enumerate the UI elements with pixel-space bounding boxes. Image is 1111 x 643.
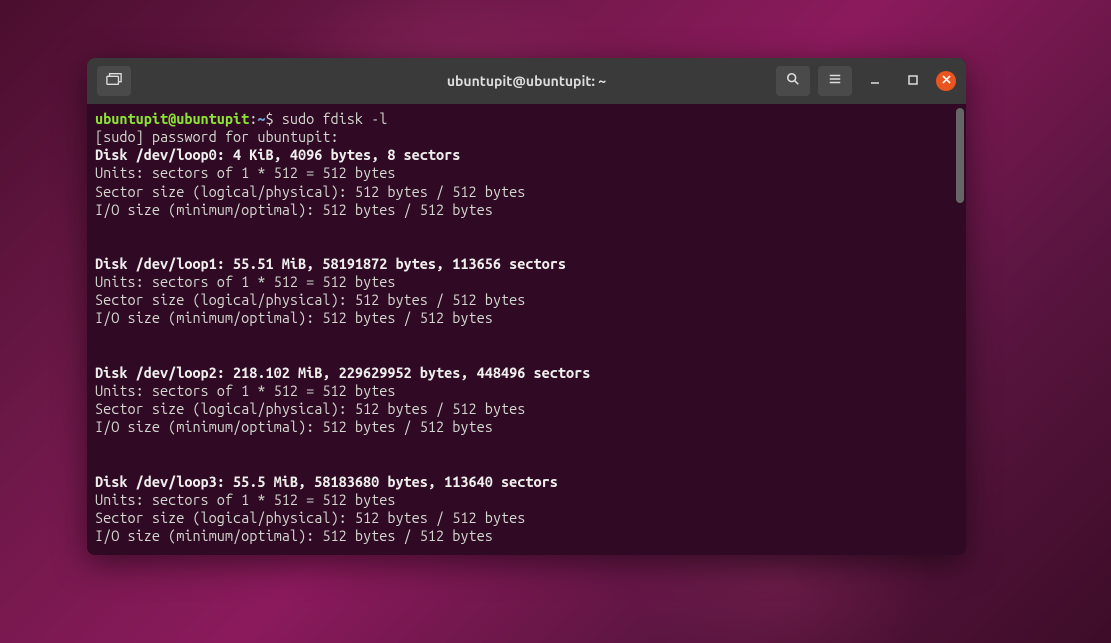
disk-iosize-3: I/O size (minimum/optimal): 512 bytes / … — [95, 527, 493, 544]
disk-header-0: Disk /dev/loop0: 4 KiB, 4096 bytes, 8 se… — [95, 146, 460, 163]
prompt-dollar: $ — [266, 110, 274, 127]
command-text: sudo fdisk -l — [282, 110, 388, 127]
search-icon — [786, 72, 800, 90]
disk-iosize-1: I/O size (minimum/optimal): 512 bytes / … — [95, 309, 493, 326]
disk-iosize-2: I/O size (minimum/optimal): 512 bytes / … — [95, 418, 493, 435]
menu-button[interactable] — [818, 66, 852, 96]
disk-iosize-0: I/O size (minimum/optimal): 512 bytes / … — [95, 201, 493, 218]
sudo-password-line: [sudo] password for ubuntupit: — [95, 128, 339, 145]
disk-sector-1: Sector size (logical/physical): 512 byte… — [95, 291, 525, 308]
disk-sector-3: Sector size (logical/physical): 512 byte… — [95, 509, 525, 526]
disk-header-1: Disk /dev/loop1: 55.51 MiB, 58191872 byt… — [95, 255, 566, 272]
disk-units-2: Units: sectors of 1 * 512 = 512 bytes — [95, 382, 395, 399]
prompt-user-host: ubuntupit@ubuntupit — [95, 110, 249, 127]
disk-sector-2: Sector size (logical/physical): 512 byte… — [95, 400, 525, 417]
window-title: ubuntupit@ubuntupit: ~ — [447, 73, 606, 89]
close-button[interactable] — [936, 71, 956, 91]
disk-header-2: Disk /dev/loop2: 218.102 MiB, 229629952 … — [95, 364, 590, 381]
minimize-button[interactable] — [860, 69, 890, 93]
titlebar-right — [776, 66, 956, 96]
titlebar-left — [97, 66, 131, 96]
maximize-button[interactable] — [898, 69, 928, 93]
scrollbar[interactable] — [956, 108, 964, 203]
close-icon — [942, 75, 951, 87]
search-button[interactable] — [776, 66, 810, 96]
disk-units-3: Units: sectors of 1 * 512 = 512 bytes — [95, 491, 395, 508]
titlebar[interactable]: ubuntupit@ubuntupit: ~ — [87, 58, 966, 104]
maximize-icon — [908, 75, 918, 88]
new-tab-icon — [106, 72, 122, 90]
disk-header-3: Disk /dev/loop3: 55.5 MiB, 58183680 byte… — [95, 473, 558, 490]
prompt-path: ~ — [257, 110, 265, 127]
disk-units-0: Units: sectors of 1 * 512 = 512 bytes — [95, 164, 395, 181]
terminal-window: ubuntupit@ubuntupit: ~ — [87, 58, 966, 555]
disk-sector-0: Sector size (logical/physical): 512 byte… — [95, 183, 525, 200]
new-tab-button[interactable] — [97, 66, 131, 96]
terminal-output[interactable]: ubuntupit@ubuntupit:~$ sudo fdisk -l [su… — [87, 104, 966, 555]
minimize-icon — [870, 75, 880, 88]
hamburger-icon — [828, 72, 842, 90]
disk-units-1: Units: sectors of 1 * 512 = 512 bytes — [95, 273, 395, 290]
